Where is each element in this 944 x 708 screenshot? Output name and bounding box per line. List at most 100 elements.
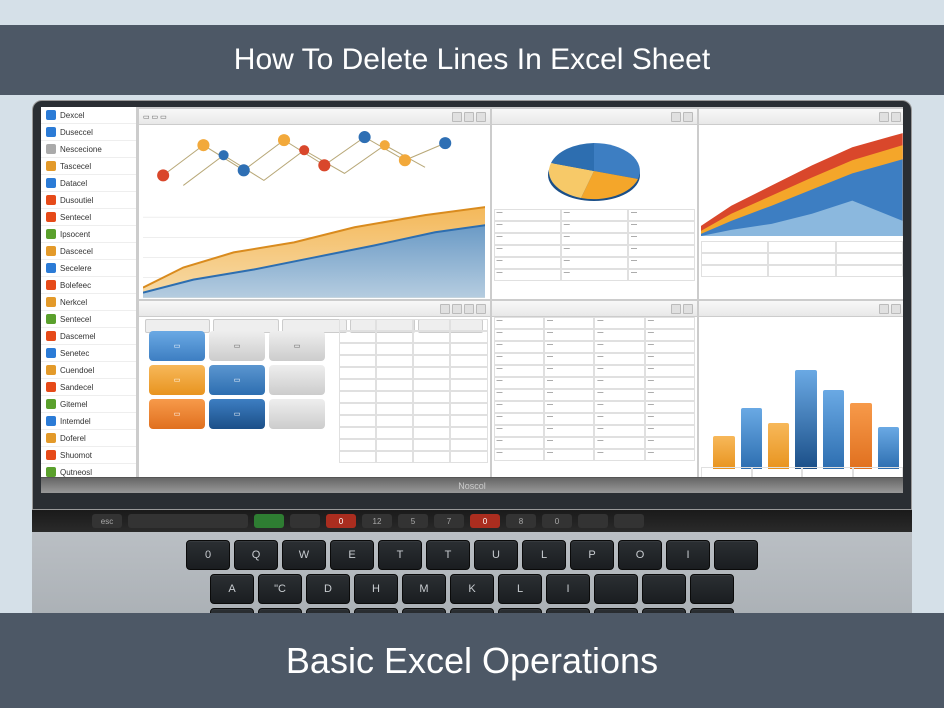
data-table: ———— ———— ———— ———— ———— ———— ———— ———— …	[494, 317, 696, 475]
key: O	[618, 540, 662, 570]
sidebar-item[interactable]: Senetec	[41, 345, 136, 362]
sidebar-label: Sentecel	[60, 315, 91, 324]
touchbar-slot	[614, 514, 644, 528]
key: T	[378, 540, 422, 570]
sidebar-label: Gitemel	[60, 400, 88, 409]
sidebar-item[interactable]: Bolefeec	[41, 277, 136, 294]
key: L	[498, 574, 542, 604]
sidebar-label: Dascemel	[60, 332, 96, 341]
sidebar-label: Duseccel	[60, 128, 93, 137]
sidebar-item[interactable]: Sentecel	[41, 311, 136, 328]
top-banner: How To Delete Lines In Excel Sheet	[0, 25, 944, 95]
panel-header: ▭ ▭ ▭	[139, 109, 490, 125]
sidebar-item[interactable]: Doferel	[41, 430, 136, 447]
sidebar-label: Ipsocent	[60, 230, 90, 239]
sidebar-item[interactable]: Qutneosl	[41, 464, 136, 477]
mini-table: ——— ——— ——— ——— ——— ———	[494, 209, 696, 297]
panel-header	[699, 109, 903, 125]
sidebar-item[interactable]: Datacel	[41, 175, 136, 192]
sidebar-item[interactable]: Sandecel	[41, 379, 136, 396]
dashboard: ▭ ▭ ▭	[137, 107, 903, 477]
panel-stacked-area	[699, 109, 903, 299]
touchbar-slot: 5	[398, 514, 428, 528]
key	[714, 540, 758, 570]
sidebar-label: Qutneosl	[60, 468, 92, 477]
button-grid: ▭ ▭ ▭ ▭ ▭ ▭ ▭	[149, 331, 325, 429]
sidebar-label: Nerkcel	[60, 298, 87, 307]
panel-pie-chart: ——— ——— ——— ——— ——— ———	[492, 109, 698, 299]
key: 0	[186, 540, 230, 570]
touchbar-slot: 8	[506, 514, 536, 528]
sidebar-icon	[46, 178, 56, 188]
key: Q	[234, 540, 278, 570]
sidebar-icon	[46, 263, 56, 273]
bottom-title: Basic Excel Operations	[286, 640, 658, 682]
sidebar-icon	[46, 433, 56, 443]
panel-bar-chart	[699, 301, 903, 477]
key: W	[282, 540, 326, 570]
key: T	[426, 540, 470, 570]
sidebar-item[interactable]: Sentecel	[41, 209, 136, 226]
sidebar-icon	[46, 331, 56, 341]
sidebar-icon	[46, 314, 56, 324]
sidebar-item[interactable]: Ipsocent	[41, 226, 136, 243]
touchbar: esc01257080	[32, 510, 912, 532]
sidebar-item[interactable]: Tascecel	[41, 158, 136, 175]
sidebar-item[interactable]: Gitemel	[41, 396, 136, 413]
network-graph-icon	[143, 125, 486, 196]
sidebar-icon	[46, 246, 56, 256]
key: E	[330, 540, 374, 570]
sidebar-item[interactable]: Intemdel	[41, 413, 136, 430]
key: "C	[258, 574, 302, 604]
sidebar-icon	[46, 297, 56, 307]
screen-bezel: Dexcel Duseccel Nescecione Tascecel Datacel D…	[32, 100, 912, 510]
key: I	[546, 574, 590, 604]
sidebar-item[interactable]: Duseccel	[41, 124, 136, 141]
sidebar-label: Datacel	[60, 179, 87, 188]
sidebar-item[interactable]: Dexcel	[41, 107, 136, 124]
sidebar-label: Dexcel	[60, 111, 84, 120]
tab-icon: ▭ ▭ ▭	[143, 113, 167, 121]
sidebar-icon	[46, 229, 56, 239]
mini-table	[701, 241, 903, 297]
mini-spreadsheet	[339, 319, 488, 475]
key	[642, 574, 686, 604]
sidebar-item[interactable]: Dusoutiel	[41, 192, 136, 209]
sidebar-label: Shuomot	[60, 451, 92, 460]
bottom-banner: Basic Excel Operations	[0, 613, 944, 708]
touchbar-slot: 0	[542, 514, 572, 528]
touchbar-slot	[254, 514, 284, 528]
sidebar-item[interactable]: Secelere	[41, 260, 136, 277]
touchbar-slot: 7	[434, 514, 464, 528]
sidebar-label: Tascecel	[60, 162, 91, 171]
sidebar-label: Sandecel	[60, 383, 93, 392]
sidebar-item[interactable]: Cuendoel	[41, 362, 136, 379]
key: H	[354, 574, 398, 604]
sidebar-item[interactable]: Dascecel	[41, 243, 136, 260]
sidebar-icon	[46, 110, 56, 120]
touchbar-slot: 0	[470, 514, 500, 528]
key: D	[306, 574, 350, 604]
sidebar-label: Senetec	[60, 349, 89, 358]
touchbar-slot	[578, 514, 608, 528]
sidebar-item[interactable]: Dascemel	[41, 328, 136, 345]
sidebar-label: Secelere	[60, 264, 92, 273]
key: K	[450, 574, 494, 604]
sidebar-icon	[46, 467, 56, 477]
sidebar-item[interactable]: Nerkcel	[41, 294, 136, 311]
panel-header	[139, 301, 490, 317]
touchbar-slot	[290, 514, 320, 528]
key: P	[570, 540, 614, 570]
sidebar-label: Dascecel	[60, 247, 93, 256]
sidebar-icon	[46, 195, 56, 205]
stacked-area-icon	[701, 125, 903, 236]
panel-buttons: ▭ ▭ ▭ ▭ ▭ ▭ ▭	[139, 301, 490, 477]
key: I	[666, 540, 710, 570]
key: U	[474, 540, 518, 570]
sidebar-label: Bolefeec	[60, 281, 91, 290]
sidebar-item[interactable]: Shuomot	[41, 447, 136, 464]
sidebar-item[interactable]: Nescecione	[41, 141, 136, 158]
sidebar: Dexcel Duseccel Nescecione Tascecel Datacel D…	[41, 107, 137, 477]
panel-network-chart: ▭ ▭ ▭	[139, 109, 490, 299]
sidebar-label: Cuendoel	[60, 366, 94, 375]
